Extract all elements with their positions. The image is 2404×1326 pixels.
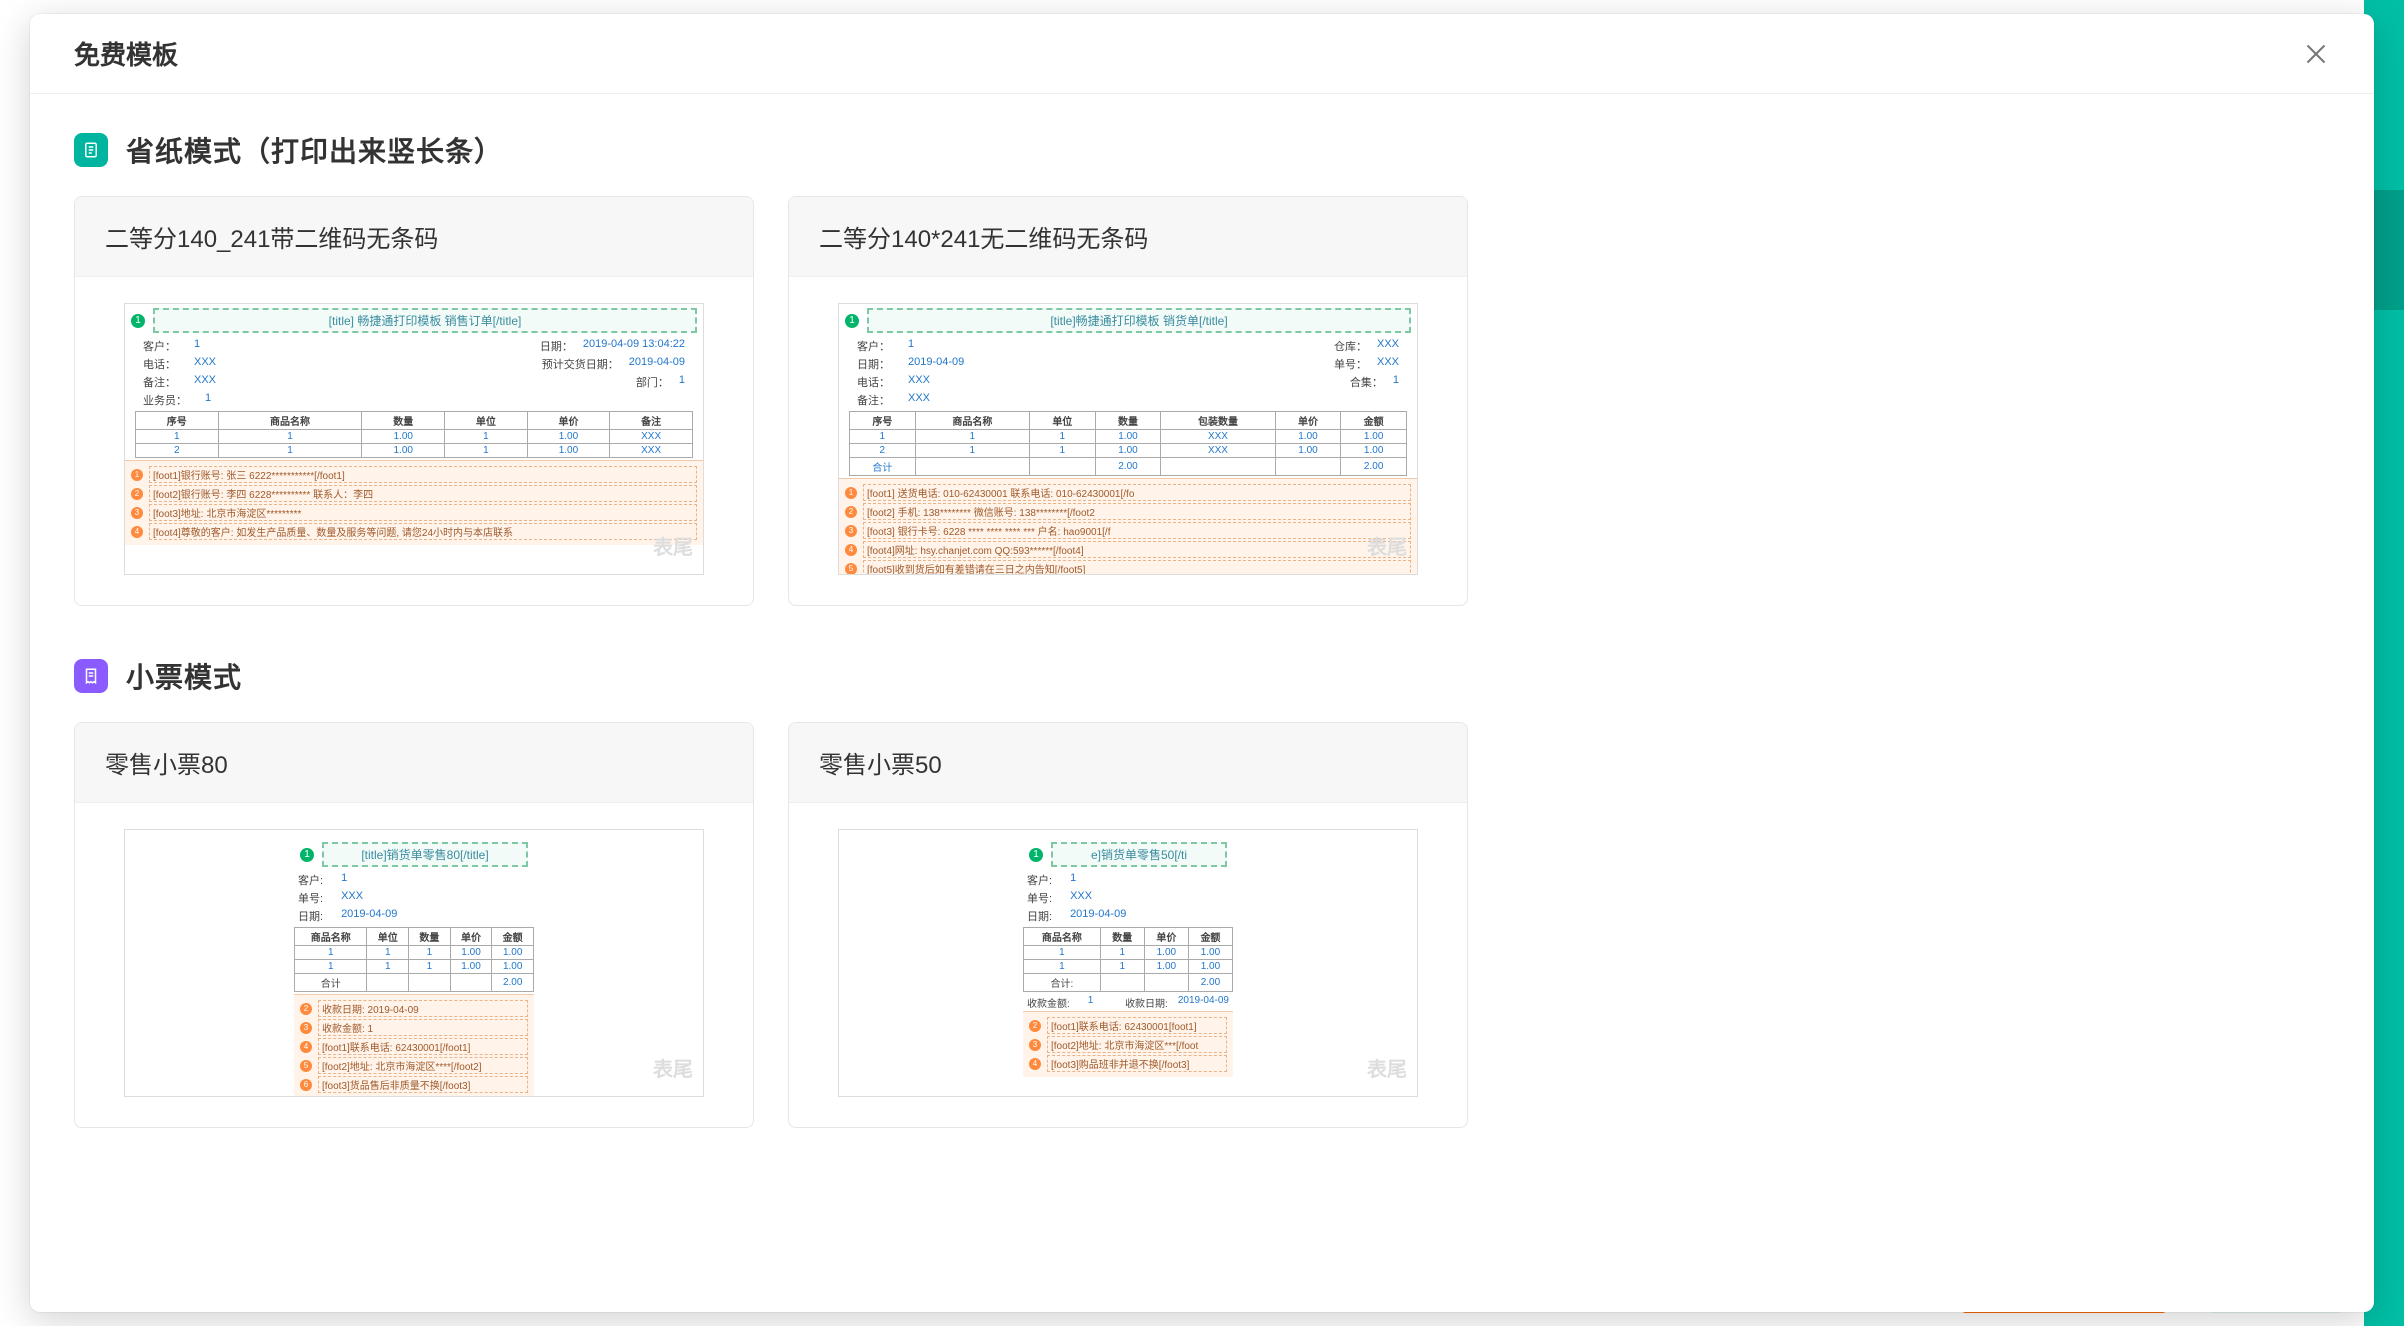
modal-header: 免费模板 (30, 14, 2374, 94)
preview-table: 商品名称数量单价金额 111.001.00 111.001.00 合计:2.00 (1023, 927, 1233, 992)
template-preview: 1 e]销货单零售50[/ti 客户:1 单号:XXX 日期:2019-04-0… (838, 829, 1418, 1097)
preview-footer: 1[foot1]银行账号: 张三 6222***********[/foot1]… (125, 460, 703, 545)
preview-title: [title]畅捷通打印模板 销货单[/title] (867, 308, 1411, 333)
step-dot-icon: 1 (300, 848, 314, 862)
close-icon[interactable] (2302, 40, 2330, 68)
step-dot-icon: 1 (845, 314, 859, 328)
preview-table: 序号商品名称数量单位单价备注 111.0011.00XXX 211.0011.0… (135, 411, 693, 458)
preview-footer: 2收款日期: 2019-04-09 3收款金额: 1 4[foot1]联系电话:… (294, 994, 534, 1097)
preview-footer: 2[foot1]联系电话: 62430001[foot1] 3[foot2]地址… (1023, 1011, 1233, 1077)
template-card[interactable]: 二等分140_241带二维码无条码 1 [title] 畅捷通打印模板 销售订单… (74, 196, 754, 606)
template-card[interactable]: 二等分140*241无二维码无条码 1 [title]畅捷通打印模板 销货单[/… (788, 196, 1468, 606)
section-title: 小票模式 (126, 656, 242, 696)
preview-footer: 1[foot1] 送货电话: 010-62430001 联系电话: 010-62… (839, 478, 1417, 575)
receipt-icon (74, 659, 108, 693)
card-title: 二等分140_241带二维码无条码 (75, 197, 753, 277)
preview-table: 商品名称单位数量单价金额 1111.001.00 1111.001.00 合计2… (294, 927, 534, 992)
template-preview: 1 [title]畅捷通打印模板 销货单[/title] 客户：1仓库：XXX … (838, 303, 1418, 575)
preview-title: [title] 畅捷通打印模板 销售订单[/title] (153, 308, 697, 333)
step-dot-icon: 1 (1029, 848, 1043, 862)
template-preview: 1 [title] 畅捷通打印模板 销售订单[/title] 客户：1日期：20… (124, 303, 704, 575)
free-template-modal: 免费模板 省纸模式（打印出来竖长条） 二等分140_241带二维码无条码 1 [… (30, 14, 2374, 1312)
preview-title: e]销货单零售50[/ti (1051, 842, 1227, 867)
paper-saving-icon (74, 133, 108, 167)
modal-title: 免费模板 (74, 35, 178, 72)
template-preview: 1 [title]销货单零售80[/title] 客户:1 单号:XXX 日期:… (124, 829, 704, 1097)
preview-table: 序号商品名称单位数量包装数量单价金额 1111.00XXX1.001.00 21… (849, 411, 1407, 476)
card-title: 零售小票50 (789, 723, 1467, 803)
step-dot-icon: 1 (131, 314, 145, 328)
template-card[interactable]: 零售小票80 1 [title]销货单零售80[/title] 客户:1 单号:… (74, 722, 754, 1128)
watermark: 表尾 (653, 1053, 693, 1082)
card-title: 零售小票80 (75, 723, 753, 803)
modal-body[interactable]: 省纸模式（打印出来竖长条） 二等分140_241带二维码无条码 1 [title… (30, 94, 2374, 1312)
section-receipt: 小票模式 (74, 656, 2330, 696)
template-card[interactable]: 零售小票50 1 e]销货单零售50[/ti 客户:1 单号:XXX 日期:20… (788, 722, 1468, 1128)
card-title: 二等分140*241无二维码无条码 (789, 197, 1467, 277)
section-title: 省纸模式（打印出来竖长条） (126, 130, 503, 170)
preview-title: [title]销货单零售80[/title] (322, 842, 528, 867)
section-paper-saving: 省纸模式（打印出来竖长条） (74, 130, 2330, 170)
watermark: 表尾 (1367, 1053, 1407, 1082)
